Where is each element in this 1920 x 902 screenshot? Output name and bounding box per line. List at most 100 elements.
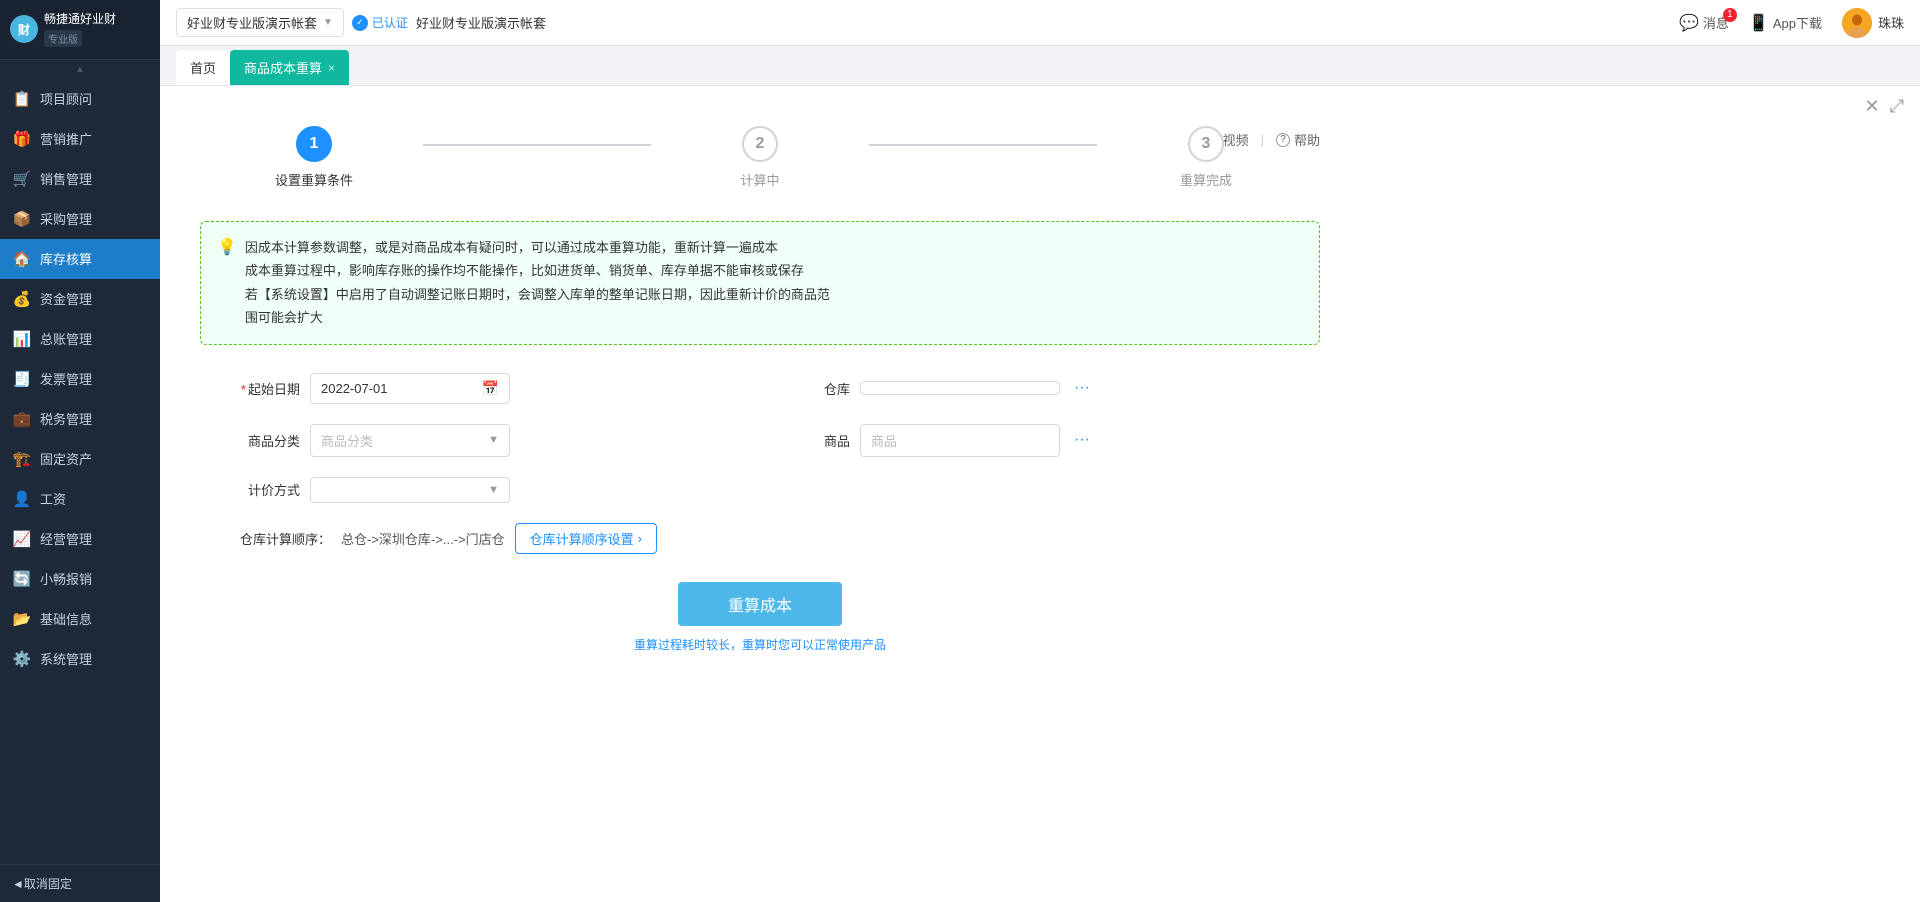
account-selector[interactable]: 好业财专业版演示帐套 ▼ [176,8,344,37]
sidebar-item-label: 经营管理 [40,529,92,548]
sidebar-item-label: 采购管理 [40,209,92,228]
tab-home-label: 首页 [190,58,216,77]
warehouse-order-settings-button[interactable]: 仓库计算顺序设置 › [515,523,657,554]
sidebar: 财 畅捷通好业财 专业版 ▲ 📋 项目顾问 🎁 营销推广 🛒 销售管理 📦 采购… [0,0,160,902]
product-more-icon[interactable]: ··· [1070,427,1094,453]
recalc-button[interactable]: 重算成本 [678,582,842,626]
steps-help: ▷ 视频 | ? 帮助 [1209,130,1320,149]
tabbar: 首页 商品成本重算 × [160,46,1920,86]
sidebar-item-system[interactable]: ⚙️ 系统管理 [0,639,160,679]
sidebar-item-label: 库存核算 [40,249,92,268]
step-3-circle: 3 [1188,126,1224,162]
required-mark: * [241,382,246,397]
recalc-section: 重算成本 重算过程耗时较长，重算时您可以正常使用产品 [240,582,1280,653]
step-2: 2 计算中 [646,126,874,189]
sidebar-item-label: 工资 [40,489,66,508]
warehouse-order-value: 总仓->深圳仓库->...->门店仓 [341,529,505,548]
topbar-right: 💬 消息 1 📱 App下载 珠珠 [1679,8,1904,38]
sidebar-item-purchase[interactable]: 📦 采购管理 [0,199,160,239]
expense-icon: 🔄 [12,569,32,589]
sidebar-item-accounting[interactable]: 📊 总账管理 [0,319,160,359]
sidebar-item-inventory[interactable]: 🏠 库存核算 [0,239,160,279]
recalc-note: 重算过程耗时较长，重算时您可以正常使用产品 [634,636,886,653]
warehouse-field: 仓库 ··· [790,375,1280,401]
product-field: 商品 商品 ··· [790,424,1280,457]
sidebar-item-label: 营销推广 [40,129,92,148]
step-1: 1 设置重算条件 [200,126,428,189]
project-icon: 📋 [12,89,32,109]
sidebar-item-payroll[interactable]: 👤 工资 [0,479,160,519]
scroll-up-indicator: ▲ [0,60,160,79]
sidebar-item-assets[interactable]: 🏗️ 固定资产 [0,439,160,479]
topbar: 好业财专业版演示帐套 ▼ ✓ 已认证 好业财专业版演示帐套 💬 消息 1 📱 A… [160,0,1920,46]
step-line-1 [423,144,651,146]
account-arrow-icon: ▼ [323,17,333,28]
sidebar-item-operations[interactable]: 📈 经营管理 [0,519,160,559]
cancel-fixed-label: ◄取消固定 [12,875,72,892]
tab-home[interactable]: 首页 [176,50,230,85]
step-1-label: 设置重算条件 [275,170,353,189]
tax-icon: 💼 [12,409,32,429]
sidebar-item-basic[interactable]: 📂 基础信息 [0,599,160,639]
account-name: 好业财专业版演示帐套 [187,13,317,32]
help-icon: ? [1276,133,1290,147]
sidebar-item-label: 系统管理 [40,649,92,668]
sidebar-item-label: 小畅报销 [40,569,92,588]
expand-window-button[interactable]: ⤢ [1890,96,1904,117]
step-2-circle: 2 [742,126,778,162]
logo-name: 畅捷通好业财 [44,12,116,28]
pricing-select[interactable]: ▼ [310,477,510,503]
sidebar-item-tax[interactable]: 💼 税务管理 [0,399,160,439]
pricing-field: 计价方式 ▼ [240,477,730,503]
marketing-icon: 🎁 [12,129,32,149]
warehouse-label: 仓库 [790,379,850,398]
sidebar-item-label: 税务管理 [40,409,92,428]
warehouse-order-arrow-icon: › [638,531,642,546]
payroll-icon: 👤 [12,489,32,509]
assets-icon: 🏗️ [12,449,32,469]
sidebar-item-invoice[interactable]: 🧾 发票管理 [0,359,160,399]
tab-close-icon[interactable]: × [328,61,335,75]
user-name: 珠珠 [1878,13,1904,32]
sidebar-item-label: 总账管理 [40,329,92,348]
help-link[interactable]: ? 帮助 [1276,130,1320,149]
sidebar-item-label: 项目顾问 [40,89,92,108]
sidebar-item-expense[interactable]: 🔄 小畅报销 [0,559,160,599]
close-window-button[interactable]: ✕ [1865,96,1880,117]
warehouse-more-icon[interactable]: ··· [1070,375,1094,401]
start-date-field: *起始日期 2022-07-01 📅 [240,373,730,404]
inventory-icon: 🏠 [12,249,32,269]
form-row-1: *起始日期 2022-07-01 📅 仓库 ··· [240,373,1280,404]
verified-badge: ✓ 已认证 [352,14,408,31]
start-date-input[interactable]: 2022-07-01 📅 [310,373,510,404]
form-section: *起始日期 2022-07-01 📅 仓库 ··· [200,373,1320,653]
pricing-label: 计价方式 [240,480,300,499]
window-controls: ✕ ⤢ [1865,96,1905,117]
category-field: 商品分类 商品分类 ▼ [240,424,730,457]
message-button[interactable]: 💬 消息 1 [1679,13,1729,33]
verified-text: 已认证 [372,14,408,31]
notice-box: 💡 因成本计算参数调整，或是对商品成本有疑问时，可以通过成本重算功能，重新计算一… [200,221,1320,345]
sidebar-item-label: 发票管理 [40,369,92,388]
sidebar-item-sales[interactable]: 🛒 销售管理 [0,159,160,199]
sidebar-item-label: 基础信息 [40,609,92,628]
tab-recalculate[interactable]: 商品成本重算 × [230,50,349,85]
sidebar-item-label: 固定资产 [40,449,92,468]
form-row-3: 计价方式 ▼ [240,477,1280,503]
sidebar-item-project[interactable]: 📋 项目顾问 [0,79,160,119]
app-download-button[interactable]: 📱 App下载 [1749,13,1822,33]
sidebar-item-label: 销售管理 [40,169,92,188]
warehouse-order-label: 仓库计算顺序： [240,529,331,548]
category-select[interactable]: 商品分类 ▼ [310,424,510,457]
sidebar-item-marketing[interactable]: 🎁 营销推广 [0,119,160,159]
finance-icon: 💰 [12,289,32,309]
warehouse-input[interactable] [860,381,1060,395]
user-avatar[interactable]: 珠珠 [1842,8,1904,38]
product-input[interactable]: 商品 [860,424,1060,457]
topbar-left: 好业财专业版演示帐套 ▼ ✓ 已认证 好业财专业版演示帐套 [176,8,546,37]
start-date-label: *起始日期 [240,379,300,398]
step-line-2 [869,144,1097,146]
cancel-fixed-button[interactable]: ◄取消固定 [0,864,160,902]
accounting-icon: 📊 [12,329,32,349]
sidebar-item-finance[interactable]: 💰 资金管理 [0,279,160,319]
